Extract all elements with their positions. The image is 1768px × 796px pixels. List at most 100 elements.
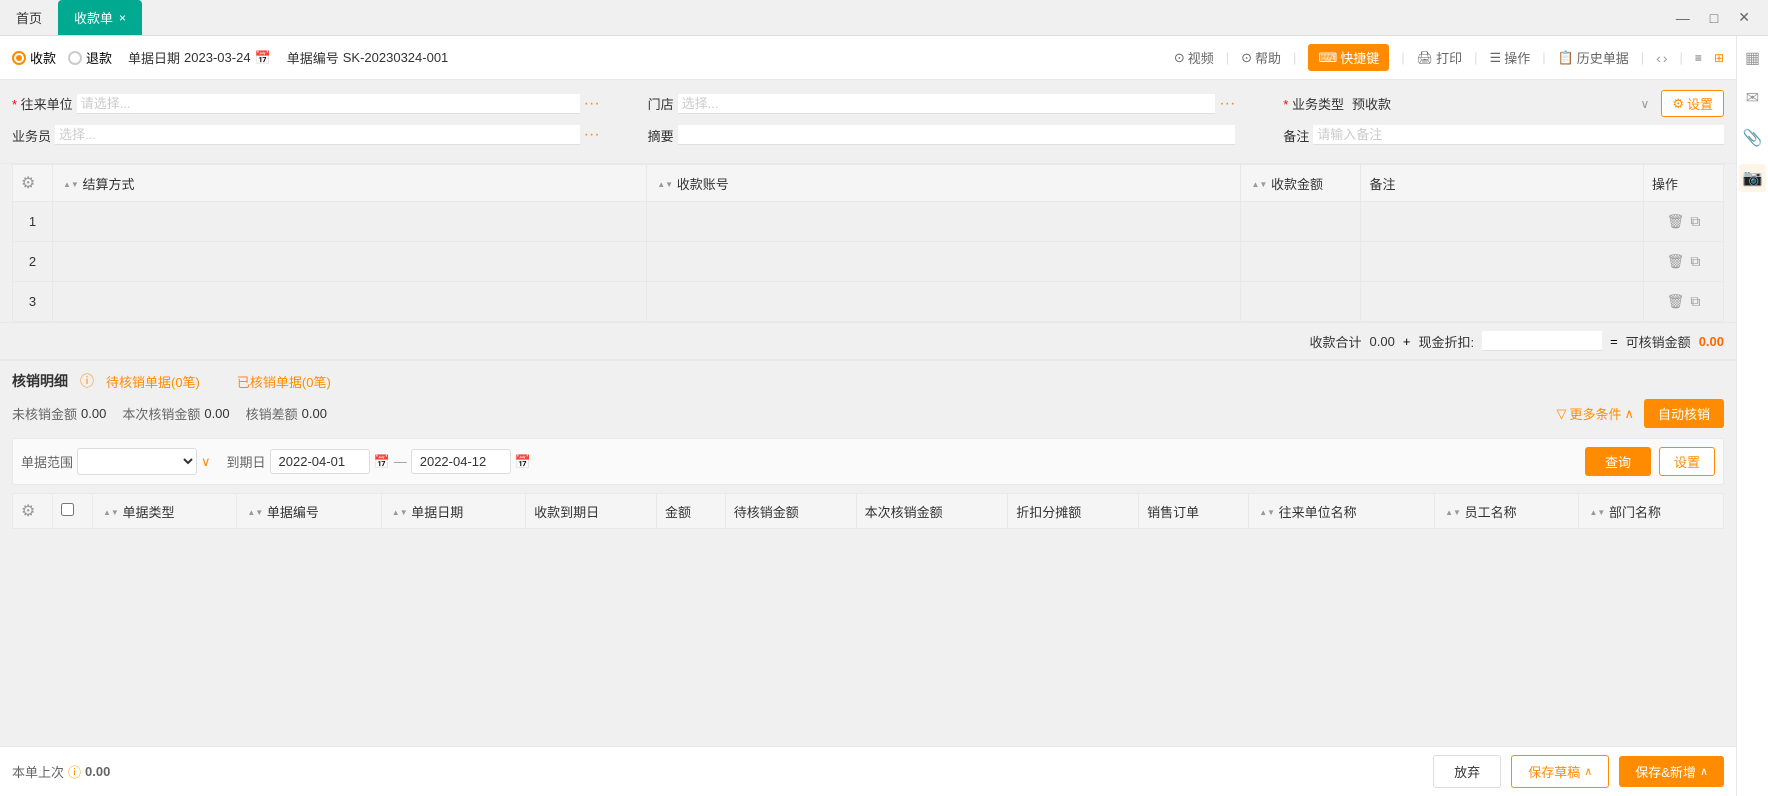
help-icon: ⊙ [1241, 50, 1252, 66]
row-3-account[interactable] [647, 282, 1241, 322]
business-type-chevron[interactable]: ∨ [1641, 97, 1650, 111]
row-1-delete-icon[interactable]: 🗑 [1667, 213, 1685, 230]
settings-button[interactable]: ⚙ 设置 [1661, 90, 1724, 117]
video-link[interactable]: ⊙ 视频 [1174, 48, 1214, 67]
store-input[interactable] [678, 94, 1216, 114]
date-to-input[interactable] [411, 449, 511, 474]
sidebar-camera-icon[interactable]: 📷 [1739, 164, 1767, 192]
verify-info-icon[interactable]: ⓘ [80, 371, 94, 391]
col-number-label: 单据编号 [267, 505, 319, 520]
row-2-delete-icon[interactable]: 🗑 [1667, 253, 1685, 270]
row-3-amount[interactable] [1241, 282, 1361, 322]
date-from-calendar-icon[interactable]: 📅 [374, 454, 390, 470]
row-2-copy-icon[interactable]: ⧉ [1690, 253, 1700, 270]
done-tab[interactable]: 已核销单据(0笔) [237, 372, 331, 391]
tab-close-icon[interactable]: × [119, 11, 126, 25]
row-3-settlement[interactable] [53, 282, 647, 322]
remark-input[interactable] [1313, 125, 1724, 145]
filter-settings-button[interactable]: 设置 [1659, 447, 1715, 476]
row-1-remark[interactable] [1361, 202, 1644, 242]
row-1-copy-icon[interactable]: ⧉ [1690, 213, 1700, 230]
query-button[interactable]: 查询 [1585, 447, 1651, 476]
help-link[interactable]: ⊙ 帮助 [1241, 48, 1281, 67]
row-3-remark[interactable] [1361, 282, 1644, 322]
main-wrapper: 收款 退款 单据日期 2023-03-24 📅 单据编号 SK-20230324… [0, 36, 1768, 796]
prev-chevron[interactable]: ‹ [1656, 50, 1661, 66]
row-2-settlement[interactable] [53, 242, 647, 282]
store-more-icon[interactable]: ··· [1219, 96, 1235, 112]
row-2-amount[interactable] [1241, 242, 1361, 282]
row-2-remark[interactable] [1361, 242, 1644, 282]
row-3-copy-icon[interactable]: ⧉ [1690, 293, 1700, 310]
date-separator: — [394, 454, 407, 469]
date-calendar-icon[interactable]: 📅 [255, 50, 271, 66]
summary-input[interactable] [678, 125, 1236, 145]
more-conditions-link[interactable]: ▽ 更多条件 ∧ [1556, 404, 1634, 423]
store-label: 门店 [648, 94, 674, 113]
row-3-num: 3 [13, 282, 53, 322]
close-button[interactable]: ✕ [1732, 7, 1756, 28]
discard-button[interactable]: 放弃 [1433, 755, 1501, 788]
history-label: 历史单据 [1577, 48, 1629, 67]
tab-bar: 首页 收款单 × — □ ✕ [0, 0, 1768, 36]
range-label: 单据范围 [21, 452, 73, 471]
tab-home[interactable]: 首页 [0, 0, 58, 35]
col-discount-header: 折扣分摊额 [1008, 494, 1139, 529]
counterpart-more-icon[interactable]: ··· [584, 96, 600, 112]
pending-tab[interactable]: 待核销单据(0笔) [106, 372, 200, 391]
sidebar-email-icon[interactable]: ✉ [1742, 84, 1763, 112]
draft-dropdown-arrow[interactable]: ∧ [1584, 765, 1592, 778]
form-row-1: 往来单位 ··· 门店 ··· 业务类型 预收款 ∨ ⚙ [12, 90, 1724, 117]
form-row-2: 业务员 ··· 摘要 备注 [12, 125, 1724, 145]
print-label: 打印 [1436, 48, 1462, 67]
print-link[interactable]: 🖨 打印 [1417, 48, 1463, 67]
row-3-action: 🗑 ⧉ [1644, 282, 1724, 322]
sidebar-table-icon[interactable]: ▦ [1741, 44, 1764, 72]
row-2-account[interactable] [647, 242, 1241, 282]
row-3-delete-icon[interactable]: 🗑 [1667, 293, 1685, 310]
next-chevron[interactable]: › [1663, 50, 1668, 66]
row-1-account[interactable] [647, 202, 1241, 242]
shortcut-button[interactable]: ⌨ 快捷键 [1308, 44, 1389, 71]
col-settings-header: ⚙ [13, 165, 53, 202]
counterpart-input[interactable] [77, 94, 580, 114]
salesperson-label: 业务员 [12, 126, 51, 145]
table-gear-icon[interactable]: ⚙ [21, 175, 35, 192]
save-new-dropdown-arrow[interactable]: ∧ [1700, 765, 1708, 778]
date-from-input[interactable] [270, 449, 370, 474]
keyboard-icon: ⌨ [1318, 50, 1337, 66]
unverified-label: 未核销金额 [12, 404, 77, 423]
tab-receipt[interactable]: 收款单 × [58, 0, 142, 35]
salesperson-input[interactable] [55, 125, 580, 145]
remark-label: 备注 [1283, 126, 1309, 145]
grid-view-icon[interactable]: ⊞ [1714, 51, 1724, 65]
table-row: 1 🗑 ⧉ [13, 202, 1724, 242]
date-to-calendar-icon[interactable]: 📅 [515, 454, 531, 470]
discount-input[interactable] [1482, 331, 1602, 351]
col-current-header: 本次核销金额 [856, 494, 1008, 529]
toolbar-right: ⊙ 视频 | ⊙ 帮助 | ⌨ 快捷键 | 🖨 打印 | [1174, 44, 1724, 71]
operation-link[interactable]: ☰ 操作 [1490, 48, 1531, 67]
sidebar-attachment-icon[interactable]: 📎 [1739, 124, 1767, 152]
save-draft-button[interactable]: 保存草稿 ∧ [1511, 755, 1609, 788]
history-link[interactable]: 📋 历史单据 [1558, 48, 1629, 67]
table-row: 2 🗑 ⧉ [13, 242, 1724, 282]
auto-verify-button[interactable]: 自动核销 [1644, 399, 1724, 428]
salesperson-more-icon[interactable]: ··· [584, 127, 600, 143]
radio-refund[interactable]: 退款 [68, 48, 112, 67]
list-view-icon[interactable]: ≡ [1695, 51, 1702, 65]
more-conditions-label: 更多条件 [1569, 404, 1621, 423]
row-1-amount[interactable] [1241, 202, 1361, 242]
maximize-button[interactable]: □ [1704, 8, 1724, 28]
range-select[interactable] [77, 448, 197, 475]
col-type-header: ▲▼ 单据类型 [93, 494, 237, 529]
save-new-button[interactable]: 保存&新增 ∧ [1619, 756, 1724, 787]
radio-receive[interactable]: 收款 [12, 48, 56, 67]
business-type-value: 预收款 [1352, 94, 1391, 113]
row-1-settlement[interactable] [53, 202, 647, 242]
minimize-button[interactable]: — [1670, 8, 1696, 28]
verify-gear-icon[interactable]: ⚙ [21, 503, 35, 520]
tab-sep [212, 372, 225, 391]
select-all-checkbox[interactable] [61, 503, 74, 516]
content-area: 收款 退款 单据日期 2023-03-24 📅 单据编号 SK-20230324… [0, 36, 1736, 796]
